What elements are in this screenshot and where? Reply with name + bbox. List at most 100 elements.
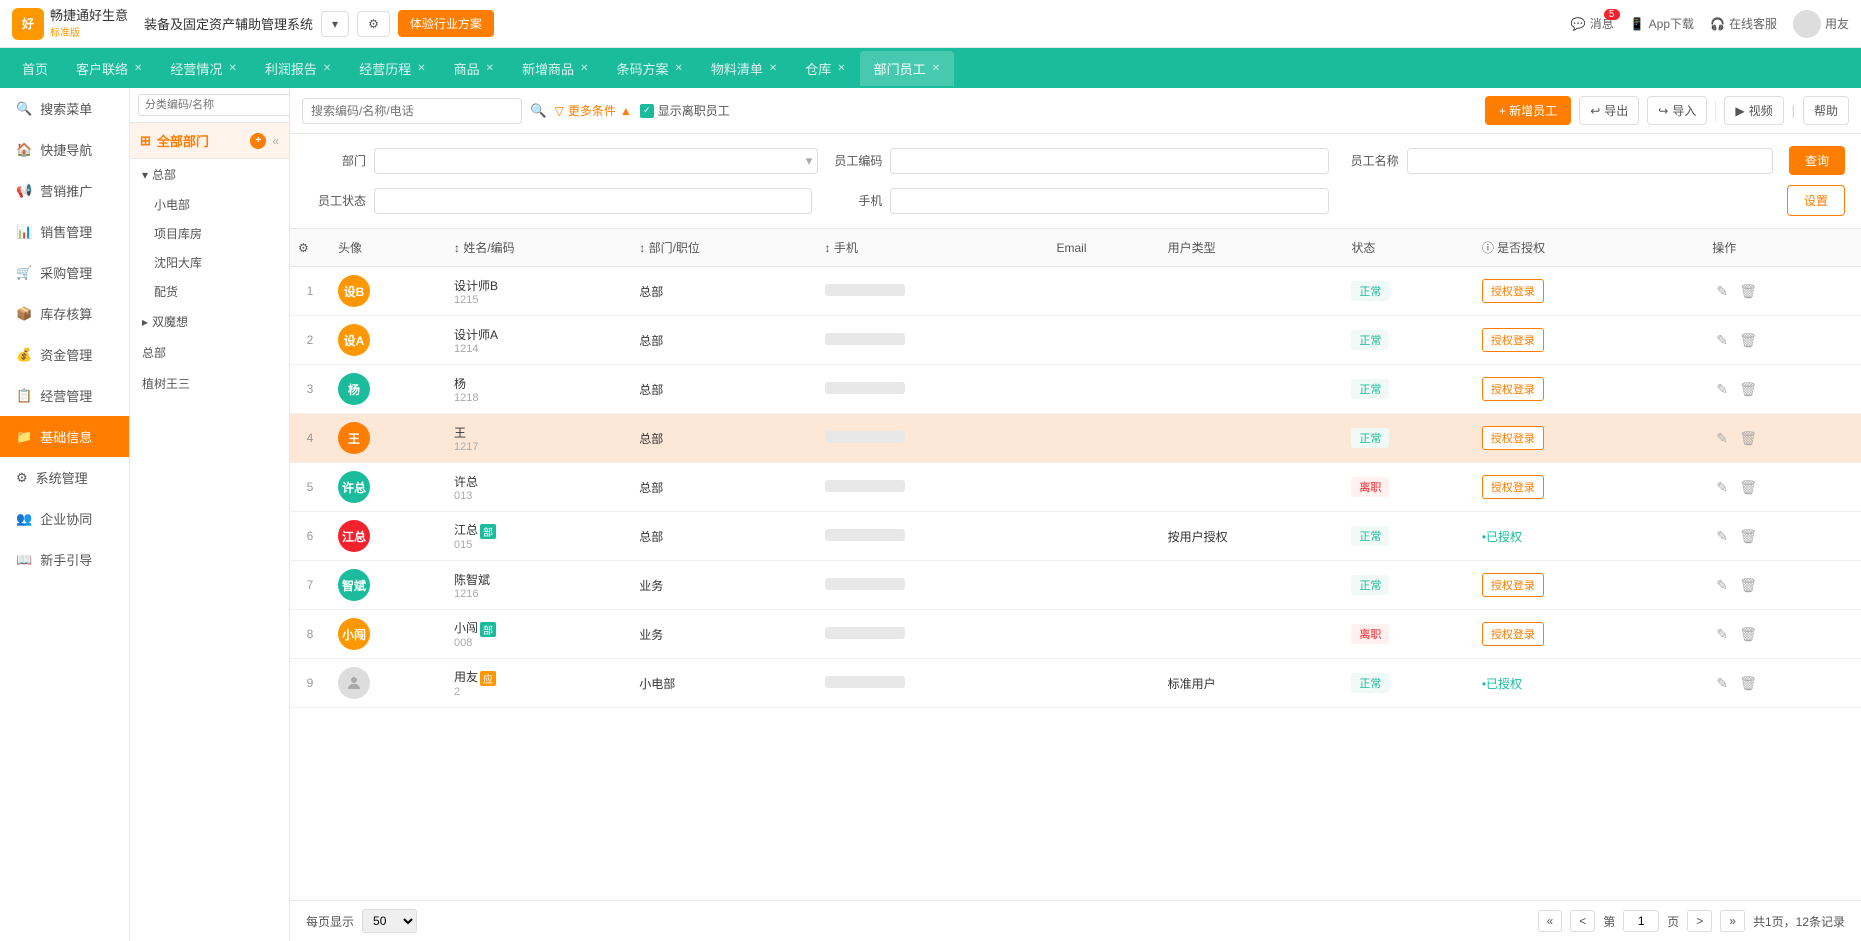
filter-dept-select[interactable]: [374, 148, 818, 174]
per-page-select[interactable]: 50 100 200: [362, 909, 417, 933]
delete-btn[interactable]: 🗑: [1735, 428, 1761, 449]
auth-btn[interactable]: 授权登录: [1482, 475, 1544, 499]
first-page-btn[interactable]: «: [1538, 910, 1563, 932]
sidebar-item-label: 系统管理: [36, 468, 88, 487]
sidebar-item-sales[interactable]: 📊 销售管理: [0, 211, 129, 252]
filter-emp-code-input[interactable]: [890, 148, 1328, 174]
tab-barcode[interactable]: 条码方案 ✕: [602, 51, 696, 86]
dept-add-btn[interactable]: +: [250, 133, 266, 149]
search-input[interactable]: [302, 98, 522, 124]
more-filter-btn[interactable]: ▽ 更多条件 ▲: [555, 102, 632, 119]
delete-btn[interactable]: 🗑: [1735, 673, 1761, 694]
dept-search-input[interactable]: [138, 94, 290, 116]
tab-history[interactable]: 经营历程 ✕: [345, 51, 439, 86]
sidebar-item-search[interactable]: 🔍 搜索菜单: [0, 88, 129, 129]
edit-btn[interactable]: ✎: [1712, 379, 1732, 400]
delete-btn[interactable]: 🗑: [1735, 624, 1761, 645]
last-page-btn[interactable]: »: [1720, 910, 1745, 932]
close-icon[interactable]: ✕: [486, 63, 494, 74]
add-employee-btn[interactable]: + 新增员工: [1485, 96, 1571, 125]
edit-btn[interactable]: ✎: [1712, 281, 1732, 302]
sidebar-item-finance[interactable]: 💰 资金管理: [0, 334, 129, 375]
trial-btn[interactable]: 体验行业方案: [398, 10, 494, 37]
auth-btn[interactable]: 授权登录: [1482, 377, 1544, 401]
close-icon[interactable]: ✕: [932, 63, 940, 74]
dept-item-peihuo[interactable]: 配货: [130, 277, 289, 306]
delete-btn[interactable]: 🗑: [1735, 575, 1761, 596]
close-icon[interactable]: ✕: [323, 63, 331, 74]
close-icon[interactable]: ✕: [417, 63, 425, 74]
tab-department[interactable]: 部门员工 ✕: [860, 51, 954, 86]
edit-btn[interactable]: ✎: [1712, 526, 1732, 547]
edit-btn[interactable]: ✎: [1712, 575, 1732, 596]
auth-btn[interactable]: 授权登录: [1482, 573, 1544, 597]
dept-item-project[interactable]: 项目库房: [130, 219, 289, 248]
tab-bom[interactable]: 物料清单 ✕: [697, 51, 791, 86]
close-icon[interactable]: ✕: [580, 63, 588, 74]
dept-item-shenyang[interactable]: 沈阳大库: [130, 248, 289, 277]
delete-btn[interactable]: 🗑: [1735, 526, 1761, 547]
edit-btn[interactable]: ✎: [1712, 428, 1732, 449]
show-off-btn[interactable]: ✓ 显示离职员工: [640, 102, 730, 119]
dropdown-btn[interactable]: ▾: [321, 11, 349, 37]
app-download-area[interactable]: 📱 App下载: [1630, 15, 1694, 32]
auth-btn[interactable]: 授权登录: [1482, 622, 1544, 646]
edit-btn[interactable]: ✎: [1712, 330, 1732, 351]
prev-page-btn[interactable]: <: [1570, 910, 1595, 932]
close-icon[interactable]: ✕: [769, 63, 777, 74]
dept-item-xiaodian[interactable]: 小电部: [130, 190, 289, 219]
dept-item-shuangmo[interactable]: ▸ 双魔想: [130, 306, 289, 337]
delete-btn[interactable]: 🗑: [1735, 379, 1761, 400]
dept-collapse-btn[interactable]: «: [272, 134, 279, 148]
sidebar-item-purchase[interactable]: 🛒 采购管理: [0, 252, 129, 293]
search-submit-btn[interactable]: 🔍: [530, 103, 547, 119]
auth-btn[interactable]: 授权登录: [1482, 426, 1544, 450]
help-btn[interactable]: 帮助: [1803, 96, 1849, 125]
next-page-btn[interactable]: >: [1687, 910, 1712, 932]
page-input[interactable]: [1623, 910, 1659, 932]
edit-btn[interactable]: ✎: [1712, 624, 1732, 645]
sidebar-item-nav[interactable]: 🏠 快捷导航: [0, 129, 129, 170]
set-btn[interactable]: 设置: [1787, 185, 1845, 216]
query-btn[interactable]: 查询: [1789, 146, 1845, 175]
sidebar-item-marketing[interactable]: 📢 营销推广: [0, 170, 129, 211]
tab-profit[interactable]: 利润报告 ✕: [251, 51, 345, 86]
auth-btn[interactable]: 授权登录: [1482, 279, 1544, 303]
tab-goods[interactable]: 商品 ✕: [440, 51, 508, 86]
dept-item-zhishu[interactable]: 植树王三: [130, 368, 289, 399]
filter-phone-input[interactable]: [890, 188, 1328, 214]
auth-btn[interactable]: 授权登录: [1482, 328, 1544, 352]
sidebar-item-inventory[interactable]: 📦 库存核算: [0, 293, 129, 334]
sidebar-item-basic[interactable]: 📁 基础信息: [0, 416, 129, 457]
tab-warehouse[interactable]: 仓库 ✕: [791, 51, 859, 86]
user-area[interactable]: 用友: [1793, 10, 1849, 38]
filter-emp-name-input[interactable]: [1407, 148, 1773, 174]
close-icon[interactable]: ✕: [134, 63, 142, 74]
sidebar-item-management[interactable]: 📋 经营管理: [0, 375, 129, 416]
edit-btn[interactable]: ✎: [1712, 673, 1732, 694]
sidebar-item-system[interactable]: ⚙ 系统管理: [0, 457, 129, 498]
delete-btn[interactable]: 🗑: [1735, 477, 1761, 498]
sidebar-item-guide[interactable]: 📖 新手引导: [0, 539, 129, 580]
filter-status-select[interactable]: [374, 188, 812, 214]
close-icon[interactable]: ✕: [674, 63, 682, 74]
tab-customer[interactable]: 客户联络 ✕: [62, 51, 156, 86]
tab-home[interactable]: 首页: [8, 51, 62, 86]
close-icon[interactable]: ✕: [837, 63, 845, 74]
delete-btn[interactable]: 🗑: [1735, 330, 1761, 351]
dept-item-headquarter[interactable]: ▾ 总部: [130, 159, 289, 190]
sidebar-item-collab[interactable]: 👥 企业协同: [0, 498, 129, 539]
all-dept-item[interactable]: ⊞ 全部部门 + «: [130, 123, 289, 159]
close-icon[interactable]: ✕: [228, 63, 236, 74]
service-area[interactable]: 🎧 在线客服: [1710, 15, 1777, 32]
view-btn[interactable]: ▶ 视频: [1724, 96, 1783, 125]
tab-operation[interactable]: 经营情况 ✕: [156, 51, 250, 86]
dept-item-zongbu[interactable]: 总部: [130, 337, 289, 368]
edit-btn[interactable]: ✎: [1712, 477, 1732, 498]
delete-btn[interactable]: 🗑: [1735, 281, 1761, 302]
settings-btn[interactable]: ⚙: [357, 11, 390, 37]
tab-new-goods[interactable]: 新增商品 ✕: [508, 51, 602, 86]
message-icon-area[interactable]: 💬 5 消息: [1571, 15, 1614, 32]
import-btn[interactable]: ↪ 导入: [1647, 96, 1707, 125]
export-btn[interactable]: ↩ 导出: [1579, 96, 1639, 125]
